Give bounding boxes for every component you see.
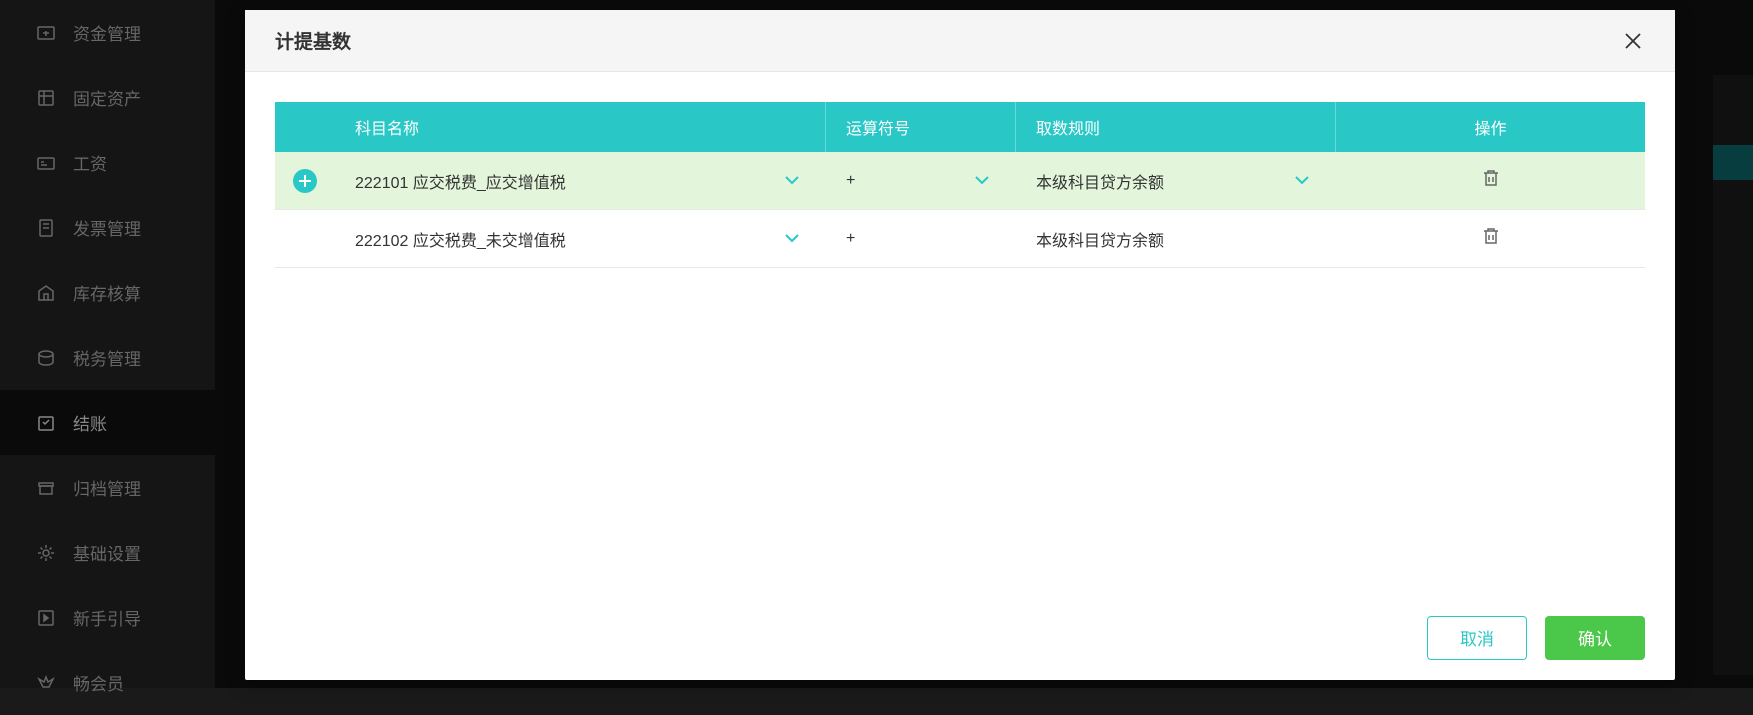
modal-header: 计提基数 — [245, 10, 1675, 72]
sidebar-item-label: 结账 — [73, 410, 107, 435]
sidebar-item-label: 税务管理 — [73, 345, 141, 370]
funds-icon — [35, 22, 57, 44]
sidebar-item-label: 归档管理 — [73, 475, 141, 500]
action-cell — [1335, 226, 1645, 251]
subject-value: 222102 应交税费_未交增值税 — [355, 227, 566, 251]
rule-select[interactable]: 本级科目贷方余额 — [1015, 227, 1335, 251]
sidebar-item-label: 发票管理 — [73, 215, 141, 240]
sidebar-item-archive[interactable]: 归档管理 — [0, 455, 215, 520]
sidebar-item-vip[interactable]: 畅会员 — [0, 650, 215, 715]
chevron-down-icon — [784, 172, 800, 190]
table-header: 科目名称 运算符号 取数规则 操作 — [275, 102, 1645, 152]
table-row: 222102 应交税费_未交增值税 + 本级科目贷方余额 — [275, 210, 1645, 268]
subject-select[interactable]: 222102 应交税费_未交增值税 — [335, 227, 825, 251]
modal-body: 科目名称 运算符号 取数规则 操作 222101 应交税费_应交增值税 — [245, 72, 1675, 595]
header-subject: 科目名称 — [335, 102, 825, 152]
sidebar-item-label: 基础设置 — [73, 540, 141, 565]
invoice-icon — [35, 217, 57, 239]
sidebar-item-inventory[interactable]: 库存核算 — [0, 260, 215, 325]
gear-icon — [35, 542, 57, 564]
header-add-col — [275, 102, 335, 152]
sidebar-item-salary[interactable]: 工资 — [0, 130, 215, 195]
archive-icon — [35, 477, 57, 499]
modal-footer: 取消 确认 — [245, 595, 1675, 680]
modal-title: 计提基数 — [275, 27, 351, 54]
cancel-button[interactable]: 取消 — [1427, 616, 1527, 660]
chevron-down-icon — [784, 230, 800, 248]
header-action: 操作 — [1335, 102, 1645, 152]
operator-select[interactable]: + — [825, 172, 1015, 190]
table-row: 222101 应交税费_应交增值税 + 本级科目贷方余额 — [275, 152, 1645, 210]
guide-icon — [35, 607, 57, 629]
closing-icon — [35, 412, 57, 434]
sidebar-item-label: 库存核算 — [73, 280, 141, 305]
sidebar-item-funds[interactable]: 资金管理 — [0, 0, 215, 65]
rule-select[interactable]: 本级科目贷方余额 — [1015, 169, 1335, 193]
delete-button[interactable] — [1482, 168, 1500, 193]
chevron-down-icon — [974, 172, 990, 190]
delete-button[interactable] — [1482, 226, 1500, 251]
data-table: 科目名称 运算符号 取数规则 操作 222101 应交税费_应交增值税 — [275, 102, 1645, 268]
header-operator: 运算符号 — [825, 102, 1015, 152]
sidebar-item-label: 固定资产 — [73, 85, 141, 110]
operator-value: + — [846, 172, 855, 190]
operator-value: + — [846, 230, 855, 248]
rule-value: 本级科目贷方余额 — [1036, 169, 1164, 193]
header-rule: 取数规则 — [1015, 102, 1335, 152]
sidebar-item-guide[interactable]: 新手引导 — [0, 585, 215, 650]
sidebar-item-label: 工资 — [73, 150, 107, 175]
assets-icon — [35, 87, 57, 109]
operator-select[interactable]: + — [825, 230, 1015, 248]
action-cell — [1335, 168, 1645, 193]
subject-select[interactable]: 222101 应交税费_应交增值税 — [335, 169, 825, 193]
sidebar-item-label: 畅会员 — [73, 670, 124, 695]
sidebar-item-assets[interactable]: 固定资产 — [0, 65, 215, 130]
tax-icon — [35, 347, 57, 369]
inventory-icon — [35, 282, 57, 304]
add-row-button[interactable] — [293, 169, 317, 193]
salary-icon — [35, 152, 57, 174]
sidebar-item-label: 资金管理 — [73, 20, 141, 45]
subject-value: 222101 应交税费_应交增值税 — [355, 169, 566, 193]
sidebar-item-label: 新手引导 — [73, 605, 141, 630]
add-cell — [275, 169, 335, 193]
close-button[interactable] — [1621, 29, 1645, 53]
chevron-down-icon — [1294, 172, 1310, 190]
sidebar: 资金管理 固定资产 工资 发票管理 库存核算 税务管理 结账 — [0, 0, 215, 688]
sidebar-item-closing[interactable]: 结账 — [0, 390, 215, 455]
sidebar-item-invoice[interactable]: 发票管理 — [0, 195, 215, 260]
sidebar-item-settings[interactable]: 基础设置 — [0, 520, 215, 585]
confirm-button[interactable]: 确认 — [1545, 616, 1645, 660]
modal-dialog: 计提基数 科目名称 运算符号 取数规则 操作 22210 — [245, 10, 1675, 680]
rule-value: 本级科目贷方余额 — [1036, 227, 1164, 251]
vip-icon — [35, 672, 57, 694]
sidebar-item-tax[interactable]: 税务管理 — [0, 325, 215, 390]
